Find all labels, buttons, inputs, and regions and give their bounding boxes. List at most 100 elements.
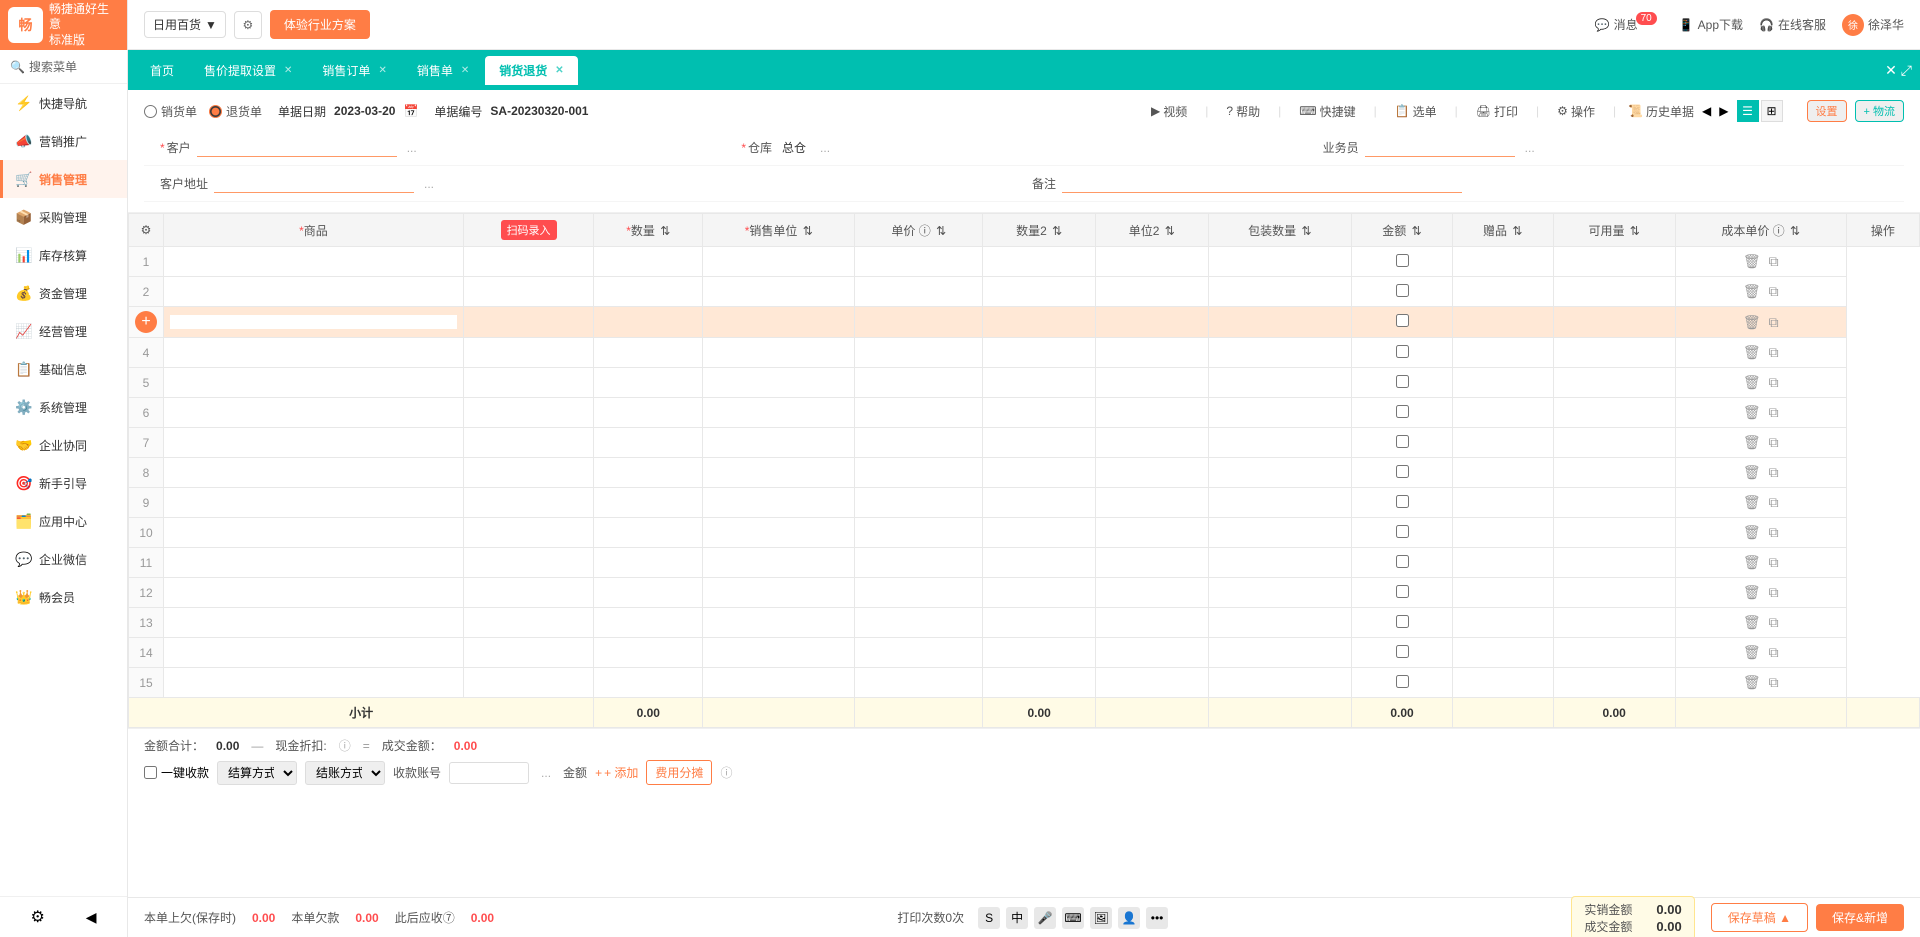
shortcut-key-button[interactable]: ⌨ 快捷键 [1293,101,1361,122]
qty-cell[interactable] [463,548,593,578]
price-cell[interactable] [703,458,855,488]
qty-cell[interactable] [463,608,593,638]
calc-method-select[interactable]: 结算方式 [217,761,297,785]
cash-info-icon[interactable]: ⓘ [339,737,351,754]
address-input[interactable] [214,174,414,193]
unit2-cell[interactable] [983,668,1096,698]
unit-cell[interactable] [594,638,703,668]
sidebar-item-finance[interactable]: 💰 资金管理 [0,274,127,312]
qty2-cell[interactable] [855,398,983,428]
unit2-cell[interactable] [983,307,1096,338]
cost-price-cell[interactable] [1553,398,1675,428]
delete-row-button[interactable]: 🗑 [1741,462,1763,483]
tab-sale-price-close[interactable]: ✕ [284,65,292,76]
bottom-icon-s[interactable]: S [978,907,1000,929]
delete-row-button[interactable]: 🗑 [1741,492,1763,513]
gift-checkbox[interactable] [1396,375,1409,388]
gift-cell[interactable] [1352,518,1453,548]
bottom-icon-more[interactable]: ••• [1146,907,1168,929]
sidebar-collapse-icon[interactable]: ◀ [86,909,97,926]
price-cell[interactable] [703,277,855,307]
available-cell[interactable] [1452,548,1553,578]
qty-cell[interactable] [463,488,593,518]
delete-row-button[interactable]: 🗑 [1741,522,1763,543]
message-button[interactable]: 💬 消息 70 [1595,16,1663,33]
unit2-cell[interactable] [983,368,1096,398]
price-cell[interactable] [703,307,855,338]
next-history-icon[interactable]: ▶ [1719,104,1728,118]
copy-row-button[interactable]: ⧉ [1767,522,1781,543]
unit-cell[interactable] [594,368,703,398]
product-cell[interactable] [164,488,464,518]
qty2-cell[interactable] [855,338,983,368]
summary-method-select[interactable]: 结账方式 [305,761,385,785]
price-cell[interactable] [703,608,855,638]
price-cell[interactable] [703,428,855,458]
amount-cell[interactable] [1208,548,1352,578]
address-dots[interactable]: ... [420,177,438,191]
cost-info-icon[interactable]: ⓘ [1773,224,1785,238]
pack-qty-cell[interactable] [1095,398,1208,428]
staff-input[interactable] [1365,138,1515,157]
available-cell[interactable] [1452,338,1553,368]
unit2-cell[interactable] [983,398,1096,428]
daily-goods-select[interactable]: 日用百货 ▼ [144,11,226,38]
price-cell[interactable] [703,578,855,608]
price-cell[interactable] [703,548,855,578]
app-download-button[interactable]: 📱 App下载 [1679,16,1743,33]
amount-cell[interactable] [1208,458,1352,488]
copy-row-button[interactable]: ⧉ [1767,342,1781,363]
pack-qty-cell[interactable] [1095,338,1208,368]
gift-cell[interactable] [1352,398,1453,428]
delete-row-button[interactable]: 🗑 [1741,251,1763,272]
gift-cell[interactable] [1352,488,1453,518]
pack-qty-cell[interactable] [1095,638,1208,668]
product-cell[interactable] [164,368,464,398]
cost-price-cell[interactable] [1553,608,1675,638]
cost-price-cell[interactable] [1553,307,1675,338]
pack-qty-cell[interactable] [1095,368,1208,398]
radio-sale[interactable]: 销货单 [144,103,197,120]
gift-cell[interactable] [1352,458,1453,488]
amount-cell[interactable] [1208,488,1352,518]
bottom-icon-mic[interactable]: 🎤 [1034,907,1056,929]
amount-cell[interactable] [1208,518,1352,548]
sidebar-item-operations[interactable]: 📈 经营管理 [0,312,127,350]
qty2-cell[interactable] [855,307,983,338]
price-info-icon[interactable]: ⓘ [919,224,931,238]
radio-return[interactable]: 退货单 [209,103,262,120]
grid-view-btn[interactable]: ⊞ [1761,100,1783,122]
pack-qty-cell[interactable] [1095,488,1208,518]
copy-row-button[interactable]: ⧉ [1767,372,1781,393]
pack-qty-cell[interactable] [1095,608,1208,638]
tab-sale-order-close[interactable]: ✕ [378,65,386,76]
gift-checkbox[interactable] [1396,405,1409,418]
pack-qty-cell[interactable] [1095,458,1208,488]
delete-row-button[interactable]: 🗑 [1741,672,1763,693]
amount-cell[interactable] [1208,338,1352,368]
one-key-pay-checkbox[interactable] [144,766,157,779]
gift-cell[interactable] [1352,307,1453,338]
gift-cell[interactable] [1352,548,1453,578]
product-cell[interactable] [164,458,464,488]
price-cell[interactable] [703,638,855,668]
qty2-cell[interactable] [855,247,983,277]
price-cell[interactable] [703,488,855,518]
unit2-cell[interactable] [983,247,1096,277]
gift-cell[interactable] [1352,338,1453,368]
add-amount-button[interactable]: + + 添加 [595,764,638,781]
copy-row-button[interactable]: ⧉ [1767,402,1781,423]
staff-dots[interactable]: ... [1521,141,1539,155]
radio-sale-input[interactable] [144,105,157,118]
tab-sale-goods[interactable]: 销售单 ✕ [403,56,483,85]
qty2-cell[interactable] [855,608,983,638]
available-cell[interactable] [1452,578,1553,608]
cost-price-cell[interactable] [1553,638,1675,668]
unit2-cell[interactable] [983,338,1096,368]
cost-price-cell[interactable] [1553,488,1675,518]
qty-cell[interactable] [463,368,593,398]
amount-cell[interactable] [1208,638,1352,668]
copy-row-button[interactable]: ⧉ [1767,432,1781,453]
available-cell[interactable] [1452,488,1553,518]
unit-cell[interactable] [594,608,703,638]
